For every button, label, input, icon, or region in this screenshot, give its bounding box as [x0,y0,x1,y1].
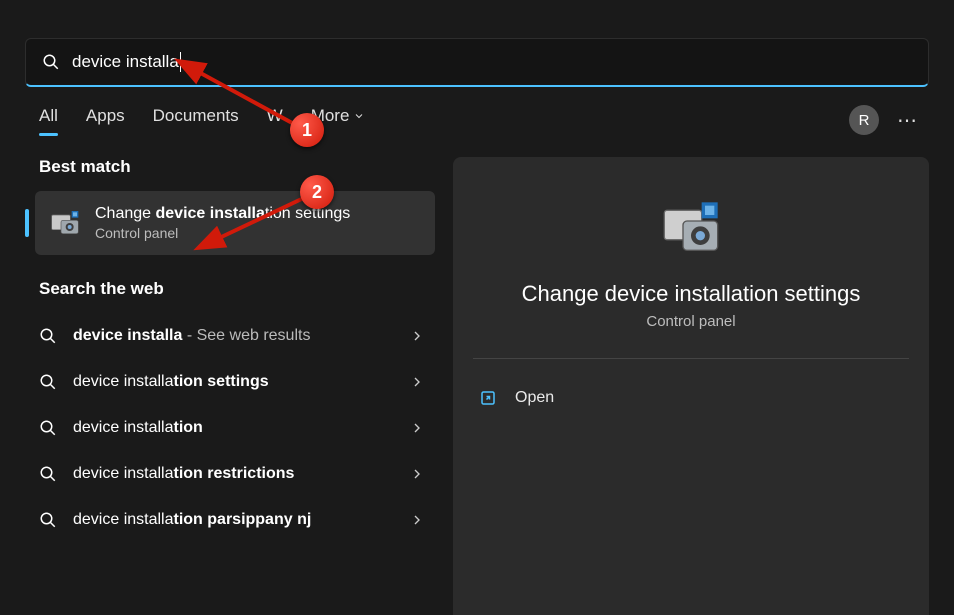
tab-all[interactable]: All [39,106,58,134]
chevron-right-icon [409,420,425,436]
web-result-label: device installa - See web results [73,327,409,345]
preview-divider [473,358,909,359]
chevron-right-icon [409,374,425,390]
annotation-badge-1: 1 [290,113,324,147]
web-result-label: device installation settings [73,373,409,391]
search-icon [39,419,57,437]
chevron-right-icon [409,512,425,528]
web-result-item[interactable]: device installation parsippany nj [25,497,435,543]
web-result-item[interactable]: device installa - See web results [25,313,435,359]
device-installation-icon [49,207,81,239]
web-result-label: device installation restrictions [73,465,409,483]
chevron-right-icon [409,328,425,344]
search-bar[interactable]: device installa [25,38,929,87]
tab-apps[interactable]: Apps [86,106,125,134]
web-result-item[interactable]: device installation [25,405,435,451]
chevron-down-icon [353,110,365,122]
open-action[interactable]: Open [473,379,909,417]
selection-accent [25,209,29,237]
search-query-text: device installa [72,52,179,72]
header-right-controls: R ⋯ [849,105,929,135]
web-result-item[interactable]: device installation settings [25,359,435,405]
search-icon [39,327,57,345]
preview-icon [659,197,723,261]
web-results-list: device installa - See web results device … [25,313,435,543]
web-result-label: device installation [73,419,409,437]
preview-subtitle: Control panel [473,313,909,330]
search-icon [39,373,57,391]
tabs-row: All Apps Documents W More R ⋯ [25,105,929,135]
search-input[interactable]: device installa [72,52,181,72]
chevron-right-icon [409,466,425,482]
search-icon [39,511,57,529]
open-label: Open [515,389,554,407]
best-match-heading: Best match [39,157,435,177]
preview-title: Change device installation settings [473,281,909,307]
search-icon [39,465,57,483]
preview-panel: Change device installation settings Cont… [453,157,929,615]
search-icon [42,53,60,71]
annotation-badge-2: 2 [300,175,334,209]
web-result-item[interactable]: device installation restrictions [25,451,435,497]
web-result-label: device installation parsippany nj [73,511,409,529]
more-options-button[interactable]: ⋯ [897,108,919,133]
open-icon [479,389,497,407]
user-avatar[interactable]: R [849,105,879,135]
search-web-heading: Search the web [39,279,435,299]
